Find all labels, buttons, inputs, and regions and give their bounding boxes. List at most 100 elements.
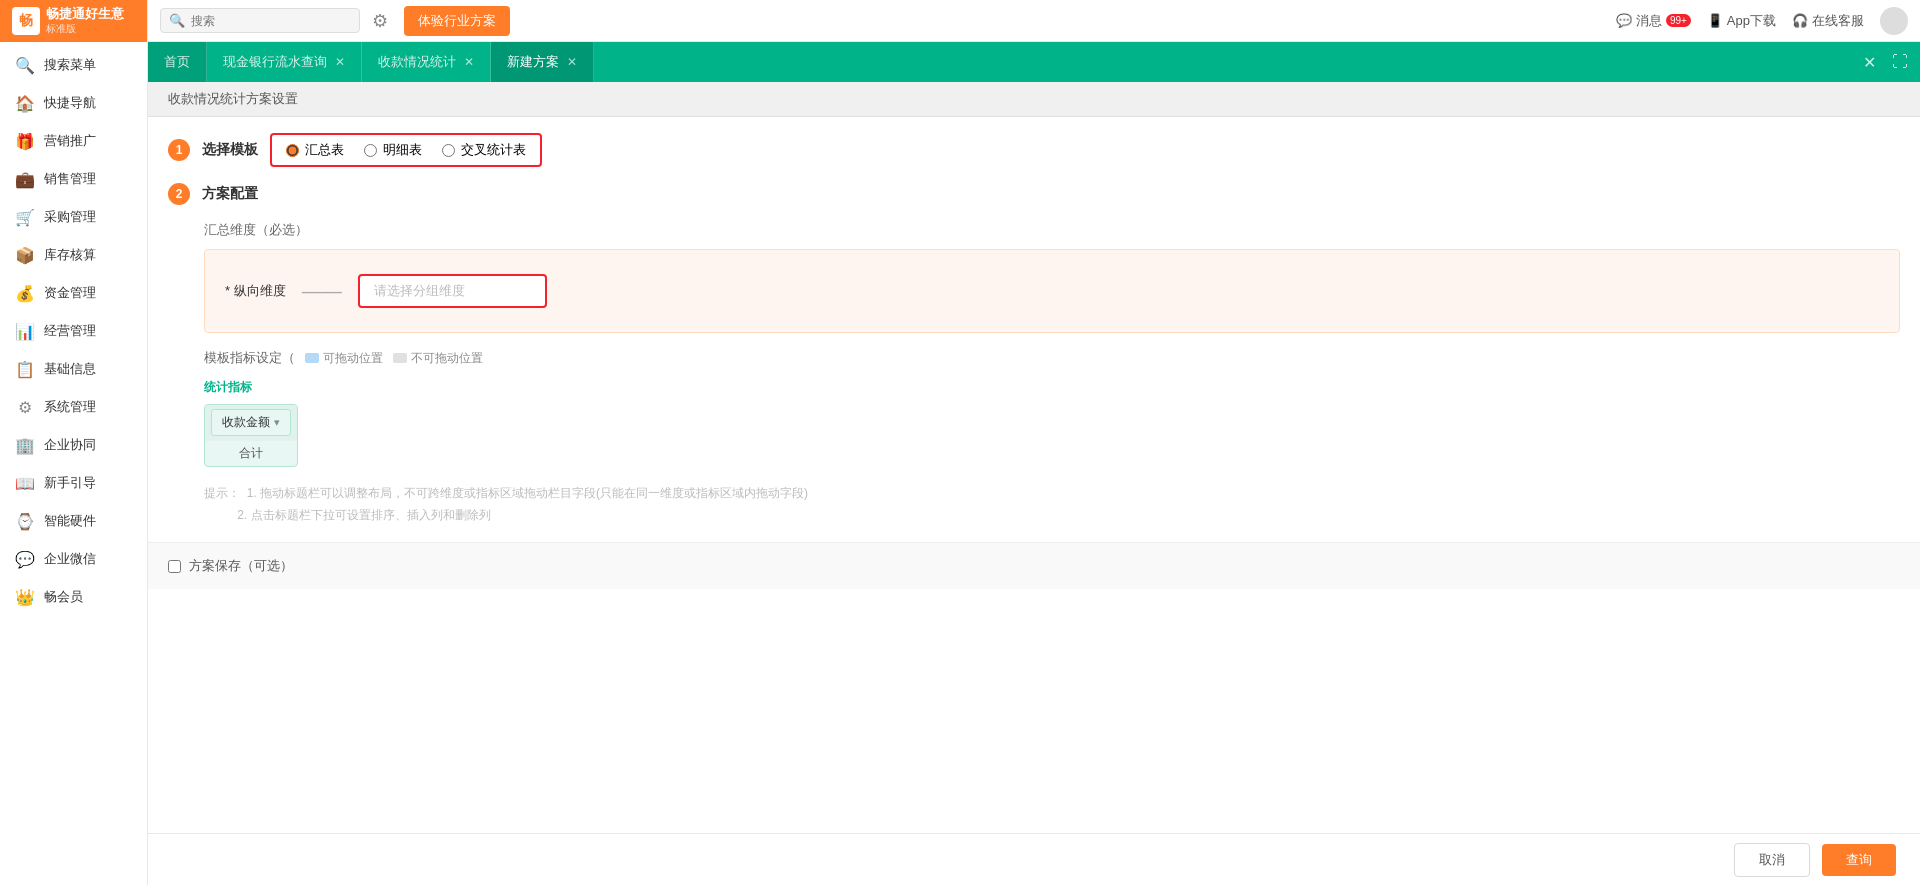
notification-item[interactable]: 💬 消息 99+ — [1616, 12, 1691, 30]
page-title-bar: 收款情况统计方案设置 — [148, 82, 1920, 117]
footer-bar: 取消 查询 — [148, 833, 1920, 885]
finance-icon: 💰 — [16, 284, 34, 302]
dimension-title: 汇总维度（必选） — [204, 221, 1900, 239]
settings-icon[interactable]: ⚙ — [372, 10, 388, 32]
option-summary[interactable]: 汇总表 — [286, 141, 344, 159]
sidebar-item-inventory[interactable]: 📦 库存核算 — [0, 236, 147, 274]
logo-icon: 畅 — [12, 7, 40, 35]
indicator-title-text: 模板指标设定（ — [204, 349, 295, 367]
radio-detail[interactable] — [364, 144, 377, 157]
app-download-label: App下载 — [1727, 12, 1776, 30]
save-label: 方案保存（可选） — [189, 557, 293, 575]
sales-icon: 💼 — [16, 170, 34, 188]
weixin-icon: 💬 — [16, 550, 34, 568]
sidebar-item-finance[interactable]: 💰 资金管理 — [0, 274, 147, 312]
sidebar-item-label: 经营管理 — [44, 322, 96, 340]
dimension-selector[interactable]: 请选择分组维度 — [358, 274, 547, 308]
sidebar-item-purchase[interactable]: 🛒 采购管理 — [0, 198, 147, 236]
legend-fixed-label: 不可拖动位置 — [411, 350, 483, 367]
avatar[interactable] — [1880, 7, 1908, 35]
indicator-group: 统计指标 收款金额 ▾ 合计 — [204, 375, 298, 467]
sidebar-item-label: 采购管理 — [44, 208, 96, 226]
search-input[interactable] — [191, 14, 351, 28]
step1-badge: 1 — [168, 139, 190, 161]
sidebar-item-label: 企业协同 — [44, 436, 96, 454]
page-title: 收款情况统计方案设置 — [168, 91, 298, 106]
sidebar-item-label: 智能硬件 — [44, 512, 96, 530]
logo-badge: 标准版 — [46, 22, 124, 36]
industry-btn[interactable]: 体验行业方案 — [404, 6, 510, 36]
sidebar-item-quick-nav[interactable]: 🏠 快捷导航 — [0, 84, 147, 122]
sidebar-item-label: 搜索菜单 — [44, 56, 96, 74]
query-button[interactable]: 查询 — [1822, 844, 1896, 876]
tab-receipt-stats-label: 收款情况统计 — [378, 53, 456, 71]
step2-content: 汇总维度（必选） * 纵向维度 —— 请选择分组维度 — [168, 221, 1900, 526]
step2-label: 方案配置 — [202, 185, 258, 203]
sidebar-item-label: 畅会员 — [44, 588, 83, 606]
logo-name: 畅捷通好生意 — [46, 6, 124, 22]
operation-icon: 📊 — [16, 322, 34, 340]
tab-home[interactable]: 首页 — [148, 42, 207, 82]
sidebar-item-label: 营销推广 — [44, 132, 96, 150]
tab-new-plan-close[interactable]: ✕ — [567, 55, 577, 69]
radio-summary[interactable] — [286, 144, 299, 157]
sidebar-item-operation[interactable]: 📊 经营管理 — [0, 312, 147, 350]
sidebar-item-system[interactable]: ⚙ 系统管理 — [0, 388, 147, 426]
service-icon: 🎧 — [1792, 13, 1808, 28]
tab-home-label: 首页 — [164, 53, 190, 71]
sidebar-item-member[interactable]: 👑 畅会员 — [0, 578, 147, 616]
app-download-item[interactable]: 📱 App下载 — [1707, 12, 1776, 30]
purchase-icon: 🛒 — [16, 208, 34, 226]
sidebar-item-guide[interactable]: 📖 新手引导 — [0, 464, 147, 502]
system-icon: ⚙ — [16, 398, 34, 416]
tab-receipt-stats[interactable]: 收款情况统计 ✕ — [362, 42, 491, 82]
dimension-vertical-label: * 纵向维度 — [225, 282, 286, 300]
sidebar-item-weixin[interactable]: 💬 企业微信 — [0, 540, 147, 578]
indicator-dropdown-icon: ▾ — [274, 416, 280, 429]
tab-receipt-stats-close[interactable]: ✕ — [464, 55, 474, 69]
tip-2: 2. 点击标题栏下拉可设置排序、插入列和删除列 — [204, 505, 1900, 527]
online-service-item[interactable]: 🎧 在线客服 — [1792, 12, 1864, 30]
search-icon: 🔍 — [169, 13, 185, 28]
option-detail[interactable]: 明细表 — [364, 141, 422, 159]
radio-cross[interactable] — [442, 144, 455, 157]
search-bar[interactable]: 🔍 — [160, 8, 360, 33]
save-checkbox[interactable] — [168, 560, 181, 573]
content-area: 收款情况统计方案设置 1 选择模板 汇总表 明细表 — [148, 82, 1920, 885]
tips-section: 提示： 1. 拖动标题栏可以调整布局，不可跨维度或指标区域拖动栏目字段(只能在同… — [204, 483, 1900, 526]
dimension-arrow: —— — [302, 280, 342, 303]
sidebar-item-base-info[interactable]: 📋 基础信息 — [0, 350, 147, 388]
option-cross[interactable]: 交叉统计表 — [442, 141, 526, 159]
step2-row: 2 方案配置 — [168, 183, 1900, 205]
cancel-button[interactable]: 取消 — [1734, 843, 1810, 877]
notification-label: 消息 — [1636, 12, 1662, 30]
indicator-title-row: 模板指标设定（ 可拖动位置 不可拖动位置 — [204, 349, 1900, 367]
tab-cashflow[interactable]: 现金银行流水查询 ✕ — [207, 42, 362, 82]
legend-fixed: 不可拖动位置 — [393, 350, 483, 367]
sidebar-item-label: 快捷导航 — [44, 94, 96, 112]
sidebar-item-sales[interactable]: 💼 销售管理 — [0, 160, 147, 198]
notification-icon: 💬 — [1616, 13, 1632, 28]
legend-movable-dot — [305, 353, 319, 363]
tab-cashflow-label: 现金银行流水查询 — [223, 53, 327, 71]
indicator-box: 收款金额 ▾ 合计 — [204, 404, 298, 467]
sidebar-item-marketing[interactable]: 🎁 营销推广 — [0, 122, 147, 160]
tab-new-plan[interactable]: 新建方案 ✕ — [491, 42, 594, 82]
tab-close-all-icon[interactable]: ✕ — [1859, 49, 1880, 76]
sidebar-item-enterprise[interactable]: 🏢 企业协同 — [0, 426, 147, 464]
option-detail-label: 明细表 — [383, 141, 422, 159]
sidebar-item-smart-hw[interactable]: ⌚ 智能硬件 — [0, 502, 147, 540]
legend-movable: 可拖动位置 — [305, 350, 383, 367]
option-cross-label: 交叉统计表 — [461, 141, 526, 159]
guide-icon: 📖 — [16, 474, 34, 492]
tab-expand-icon[interactable]: ⛶ — [1888, 49, 1912, 75]
main-area: 🔍 ⚙ 体验行业方案 💬 消息 99+ 📱 App下载 🎧 在线客服 首页 — [148, 0, 1920, 885]
sidebar: 畅 畅捷通好生意 标准版 🔍 搜索菜单 🏠 快捷导航 🎁 营销推广 💼 销售管理… — [0, 0, 148, 885]
inventory-icon: 📦 — [16, 246, 34, 264]
search-menu-icon: 🔍 — [16, 56, 34, 74]
sidebar-item-search-menu[interactable]: 🔍 搜索菜单 — [0, 46, 147, 84]
page-wrapper: 收款情况统计方案设置 1 选择模板 汇总表 明细表 — [148, 82, 1920, 885]
indicator-tag[interactable]: 收款金额 ▾ — [211, 409, 291, 436]
tab-cashflow-close[interactable]: ✕ — [335, 55, 345, 69]
smart-hw-icon: ⌚ — [16, 512, 34, 530]
